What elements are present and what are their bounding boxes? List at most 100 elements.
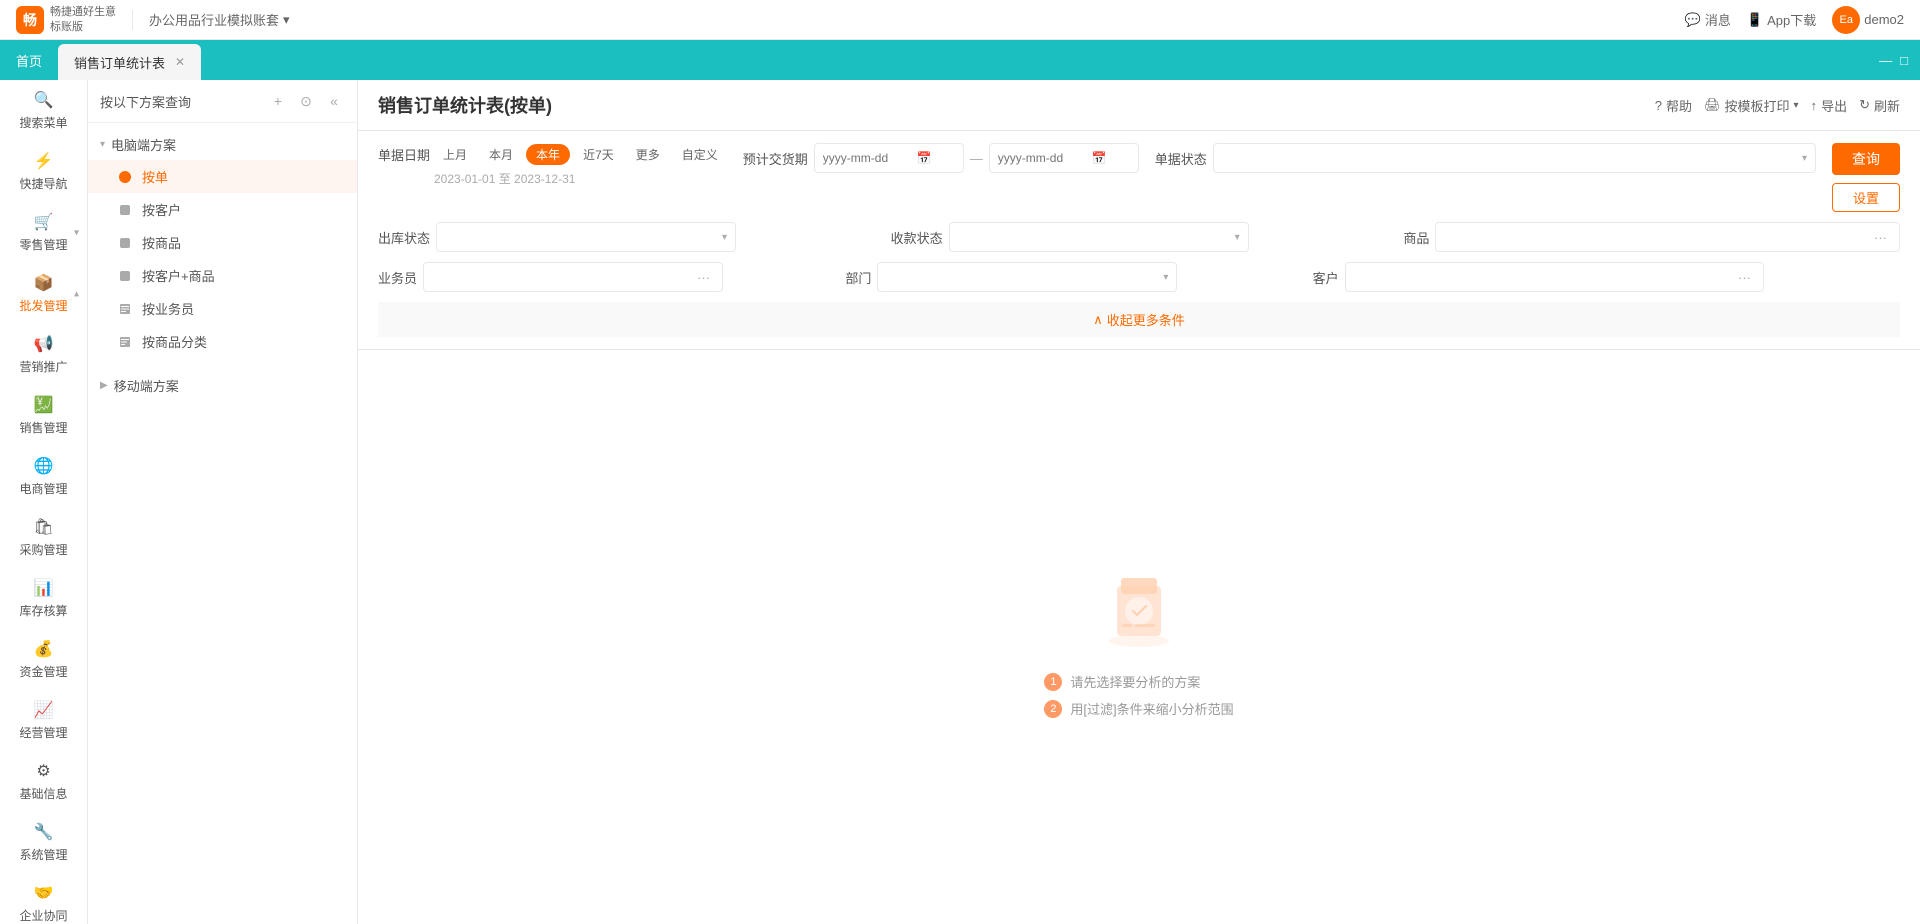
sidebar-item-search[interactable]: 🔍 搜索菜单 [0,80,87,141]
goods-input[interactable] [1444,230,1870,245]
download-icon: 📱 [1747,12,1763,28]
ecommerce-icon: 🌐 [34,456,54,476]
date-btn-last-7days[interactable]: 近7天 [574,143,623,166]
quicknav-icon: ⚡ [34,151,54,171]
date-btn-custom[interactable]: 自定义 [673,143,727,166]
main-layout: 🔍 搜索菜单 ⚡ 快捷导航 🛒 零售管理 ▾ 📦 批发管理 ▴ 📢 营销推广 💹… [0,80,1920,924]
app-download-btn[interactable]: 📱 App下载 [1747,10,1816,29]
expected-end-input[interactable] [998,151,1088,165]
date-btn-last-month[interactable]: 上月 [434,143,476,166]
sidebar-item-retail[interactable]: 🛒 零售管理 ▾ [0,202,87,263]
salesman-more-icon[interactable]: ··· [693,270,714,285]
scheme-collapse-btn[interactable]: « [323,90,345,112]
collapse-btn[interactable]: ∧ 收起更多条件 [378,302,1900,337]
scheme-add-btn[interactable]: + [267,90,289,112]
system-icon: 🔧 [34,822,54,842]
tab-close-icon[interactable]: ✕ [175,55,185,69]
expected-end-date[interactable]: 📅 [989,143,1139,173]
goods-group: 商品 ··· [1403,222,1900,252]
sidebar: 🔍 搜索菜单 ⚡ 快捷导航 🛒 零售管理 ▾ 📦 批发管理 ▴ 📢 营销推广 💹… [0,80,88,924]
department-arrow-icon: ▾ [1163,272,1168,283]
tab-sales-order-stat[interactable]: 销售订单统计表 ✕ [58,44,201,80]
sidebar-item-finance[interactable]: 💰 资金管理 [0,629,87,690]
minimize-icon[interactable]: — [1879,53,1892,68]
salesman-input-wrap[interactable]: ··· [423,262,723,292]
sidebar-item-marketing[interactable]: 📢 营销推广 [0,324,87,385]
divider [132,10,133,30]
search-icon: 🔍 [34,90,54,110]
empty-tip-2: 2 用[过滤]条件来缩小分析范围 [1044,699,1233,718]
tab-home[interactable]: 首页 [0,40,58,80]
main-content-right: 销售订单统计表(按单) ? 帮助 🖨 按模板打印 ▾ ↑ [358,80,1920,924]
pc-section-arrow-icon: ▾ [100,139,105,150]
help-icon: ? [1655,98,1662,113]
customer-group: 客户 ··· [1313,262,1764,292]
empty-tip-1: 1 请先选择要分析的方案 [1044,672,1233,691]
customer-more-icon[interactable]: ··· [1734,270,1755,285]
single-date-group: 单据日期 上月 本月 本年 近7天 更多 自定义 2023 [378,143,727,187]
empty-state: 1 请先选择要分析的方案 2 用[过滤]条件来缩小分析范围 [358,350,1920,924]
help-btn[interactable]: ? 帮助 [1655,96,1692,115]
sidebar-item-wholesale[interactable]: 📦 批发管理 ▴ [0,263,87,324]
payment-status-select[interactable]: ▾ [949,222,1249,252]
date-btn-this-year[interactable]: 本年 [526,144,570,165]
avatar: Ea [1832,6,1860,34]
single-status-select[interactable]: ▾ [1213,143,1816,173]
by-goods-icon [116,234,134,252]
department-select[interactable]: ▾ [877,262,1177,292]
expected-start-date[interactable]: 📅 [814,143,964,173]
tab-bar: 首页 销售订单统计表 ✕ — □ [0,40,1920,80]
top-bar-right: 💬 消息 📱 App下载 Ea demo2 [1685,6,1904,34]
goods-input-wrap[interactable]: ··· [1435,222,1900,252]
maximize-icon[interactable]: □ [1900,53,1908,68]
goods-more-icon[interactable]: ··· [1870,230,1891,245]
expected-start-input[interactable] [823,151,913,165]
scheme-item-by-customer[interactable]: 按客户 [88,193,357,226]
date-btn-more[interactable]: 更多 [627,143,669,166]
scheme-section-pc-header[interactable]: ▾ 电脑端方案 [88,129,357,160]
refresh-btn[interactable]: ↻ 刷新 [1859,96,1900,115]
by-salesman-icon [116,300,134,318]
tab-bar-right: — □ [1879,53,1920,68]
print-template-btn[interactable]: 🖨 按模板打印 ▾ [1704,96,1799,115]
message-btn[interactable]: 💬 消息 [1685,10,1731,29]
retail-icon: 🛒 [34,212,54,232]
sidebar-item-enterprise[interactable]: 🤝 企业协同 [0,873,87,924]
customer-input-wrap[interactable]: ··· [1345,262,1764,292]
sidebar-item-quicknav[interactable]: ⚡ 快捷导航 [0,141,87,202]
sidebar-item-sales[interactable]: 💹 销售管理 [0,385,87,446]
sidebar-item-inventory[interactable]: 📊 库存核算 [0,568,87,629]
sidebar-item-basics[interactable]: ⚙ 基础信息 [0,751,87,812]
delivery-status-select[interactable]: ▾ [436,222,736,252]
scheme-item-by-goods[interactable]: 按商品 [88,226,357,259]
scheme-settings-btn[interactable]: ⊙ [295,90,317,112]
sidebar-item-operations[interactable]: 📈 经营管理 [0,690,87,751]
sidebar-item-ecommerce[interactable]: 🌐 电商管理 [0,446,87,507]
settings-button[interactable]: 设置 [1832,183,1900,212]
scheme-item-by-salesman[interactable]: 按业务员 [88,292,357,325]
scheme-item-by-order[interactable]: 按单 [88,160,357,193]
query-button[interactable]: 查询 [1832,143,1900,175]
basics-icon: ⚙ [36,761,50,781]
by-customer-icon [116,201,134,219]
date-quick-btns: 上月 本月 本年 近7天 更多 自定义 [434,143,727,166]
scheme-item-by-customer-goods[interactable]: 按客户+商品 [88,259,357,292]
customer-input[interactable] [1354,270,1734,285]
page-header-actions: ? 帮助 🖨 按模板打印 ▾ ↑ 导出 ↻ [1655,96,1900,127]
print-icon: 🖨 [1704,97,1721,113]
date-separator: — [970,151,983,166]
scheme-section-mobile-header[interactable]: ▶ 移动端方案 [88,370,357,401]
sales-icon: 💹 [34,395,54,415]
by-order-icon [116,168,134,186]
delivery-status-group: 出库状态 ▾ [378,222,875,252]
export-btn[interactable]: ↑ 导出 [1811,96,1848,115]
sidebar-item-purchase[interactable]: 🛍 采购管理 [0,507,87,568]
date-btn-this-month[interactable]: 本月 [480,143,522,166]
scheme-section-mobile: ▶ 移动端方案 [88,364,357,407]
print-arrow-icon: ▾ [1794,100,1799,111]
user-profile[interactable]: Ea demo2 [1832,6,1904,34]
app-title[interactable]: 办公用品行业模拟账套 ▾ [149,10,290,29]
salesman-input[interactable] [432,270,693,285]
scheme-item-by-goods-category[interactable]: 按商品分类 [88,325,357,358]
sidebar-item-system[interactable]: 🔧 系统管理 [0,812,87,873]
